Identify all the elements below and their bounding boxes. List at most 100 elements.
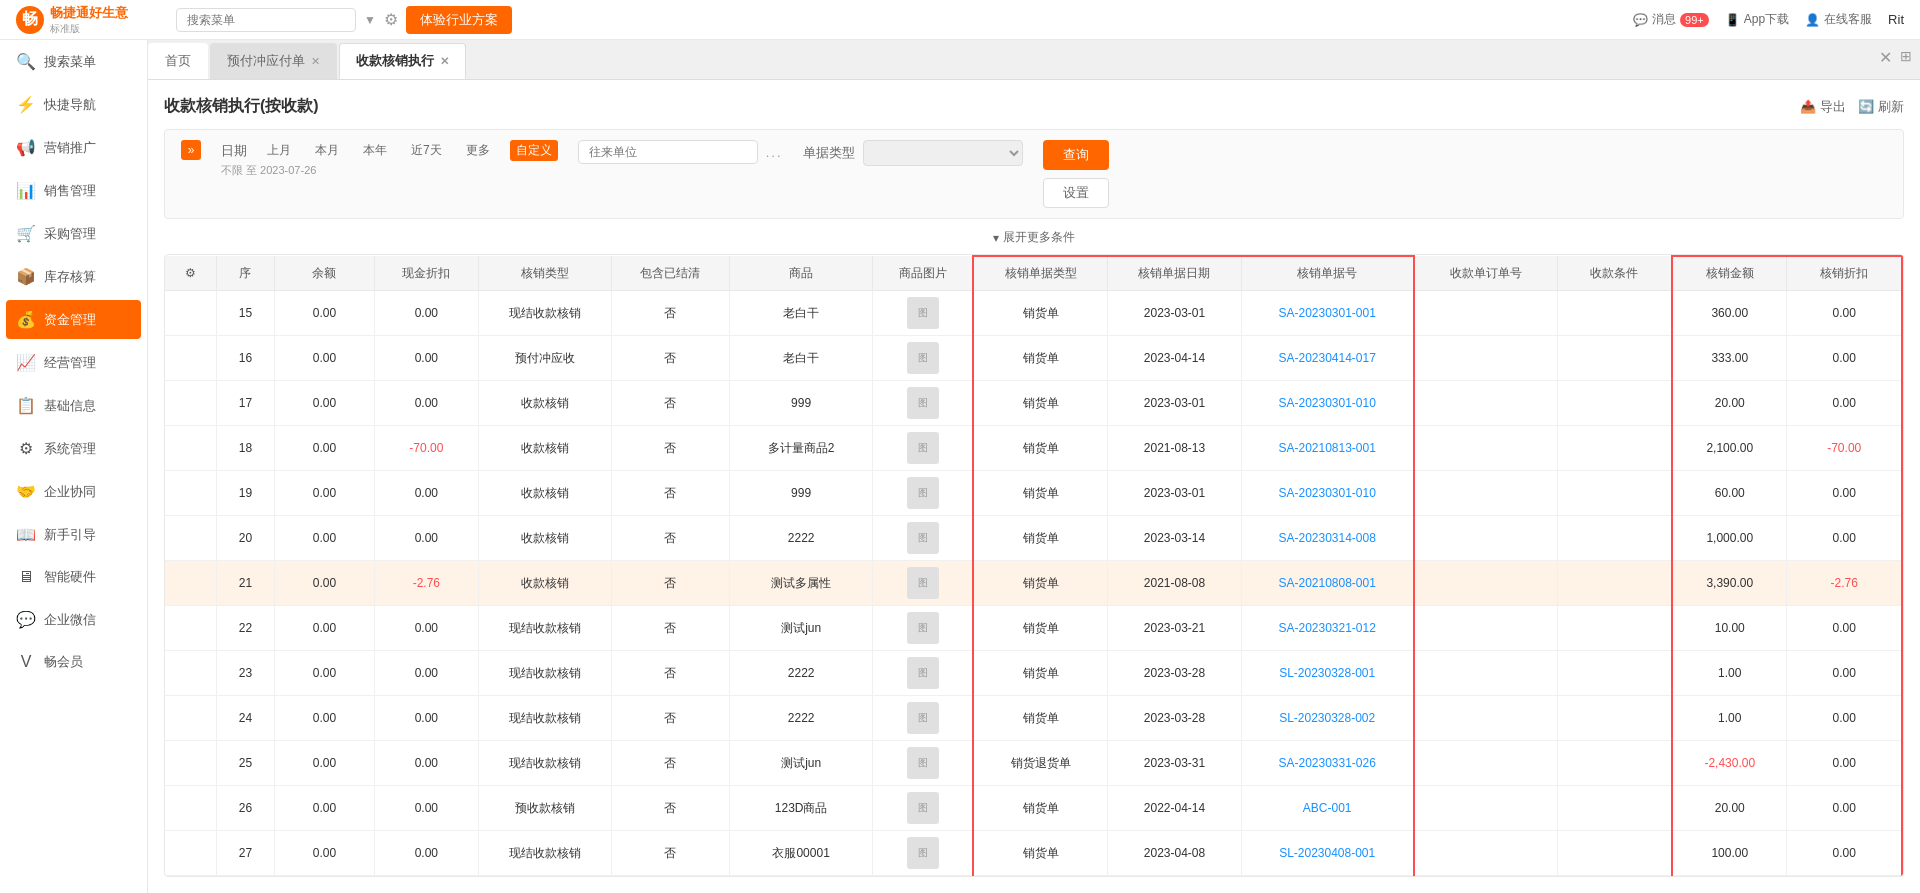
- export-button[interactable]: 📤 导出: [1800, 98, 1846, 116]
- top-search-input[interactable]: [176, 8, 356, 32]
- col-verify-bill-no-cell[interactable]: SA-20230314-008: [1241, 516, 1413, 561]
- sidebar-item-inventory[interactable]: 📦 库存核算: [0, 255, 147, 298]
- col-cash-discount-cell: 0.00: [375, 831, 478, 876]
- col-verify-bill-no-cell[interactable]: SA-20230301-010: [1241, 471, 1413, 516]
- col-include-settled-cell: 否: [612, 471, 730, 516]
- last-7-days-btn[interactable]: 近7天: [407, 140, 446, 161]
- tab-receipt-verify[interactable]: 收款核销执行 ✕: [339, 43, 466, 79]
- bill-no-link[interactable]: SA-20210808-001: [1278, 576, 1375, 590]
- solution-button[interactable]: 体验行业方案: [406, 6, 512, 34]
- page-title-row: 收款核销执行(按收款) 📤 导出 🔄 刷新: [164, 96, 1904, 117]
- bill-no-link[interactable]: SA-20230301-001: [1278, 306, 1375, 320]
- expand-filter-button[interactable]: »: [181, 140, 201, 160]
- col-verify-amount-cell: 100.00: [1672, 831, 1787, 876]
- col-seq-cell: 27: [217, 831, 274, 876]
- col-verify-discount-cell: 0.00: [1787, 381, 1902, 426]
- tab-prepay[interactable]: 预付冲应付单 ✕: [210, 43, 337, 79]
- sidebar-item-system[interactable]: ⚙ 系统管理: [0, 427, 147, 470]
- sidebar-item-basic[interactable]: 📋 基础信息: [0, 384, 147, 427]
- col-product-img-cell: 图: [873, 381, 974, 426]
- expand-more-bar[interactable]: ▾ 展开更多条件: [164, 229, 1904, 246]
- message-area[interactable]: 💬 消息 99+: [1633, 11, 1709, 28]
- col-verify-bill-no-cell[interactable]: SA-20230301-001: [1241, 291, 1413, 336]
- sidebar-item-search[interactable]: 🔍 搜索菜单: [0, 40, 147, 83]
- bill-no-link[interactable]: SA-20230414-017: [1278, 351, 1375, 365]
- this-month-btn[interactable]: 本月: [311, 140, 343, 161]
- bill-type-filter-group: 单据类型: [803, 140, 1023, 166]
- refresh-button[interactable]: 🔄 刷新: [1858, 98, 1904, 116]
- col-receipt-condition-cell: [1557, 381, 1672, 426]
- tab-receipt-label: 收款核销执行: [356, 52, 434, 70]
- sidebar-item-hardware[interactable]: 🖥 智能硬件: [0, 556, 147, 598]
- bill-no-link[interactable]: SA-20210813-001: [1278, 441, 1375, 455]
- sidebar-item-purchase[interactable]: 🛒 采购管理: [0, 212, 147, 255]
- col-receipt-order-no-cell: [1414, 876, 1558, 878]
- bill-no-link[interactable]: SL-20230328-001: [1279, 666, 1375, 680]
- bill-no-link[interactable]: SA-20230331-026: [1278, 756, 1375, 770]
- maximize-icon[interactable]: ⊞: [1900, 48, 1912, 67]
- close-prepay-tab-icon[interactable]: ✕: [311, 55, 320, 68]
- bill-no-link[interactable]: SL-20230408-001: [1279, 846, 1375, 860]
- query-button[interactable]: 查询: [1043, 140, 1109, 170]
- main-content-area: 首页 预付冲应付单 ✕ 收款核销执行 ✕ ✕ ⊞ 收款核销执行(按收款): [148, 40, 1920, 893]
- close-window-icon[interactable]: ✕: [1879, 48, 1892, 67]
- partner-input[interactable]: [578, 140, 758, 164]
- sidebar-item-quicknav[interactable]: ⚡ 快捷导航: [0, 83, 147, 126]
- bill-no-link[interactable]: SA-20230301-010: [1278, 486, 1375, 500]
- col-verify-bill-no-cell[interactable]: SA-20230301-010: [1241, 381, 1413, 426]
- col-verify-bill-no-cell[interactable]: SL-20230328-001: [1241, 651, 1413, 696]
- sidebar-item-operation[interactable]: 📈 经营管理: [0, 341, 147, 384]
- app-download-area[interactable]: 📱 App下载: [1725, 11, 1789, 28]
- message-label: 消息: [1652, 11, 1676, 28]
- tab-home[interactable]: 首页: [148, 43, 208, 79]
- sidebar-item-sales[interactable]: 📊 销售管理: [0, 169, 147, 212]
- close-receipt-tab-icon[interactable]: ✕: [440, 55, 449, 68]
- set-button[interactable]: 设置: [1043, 178, 1109, 208]
- bill-type-select[interactable]: [863, 140, 1023, 166]
- sidebar-item-marketing[interactable]: 📢 营销推广: [0, 126, 147, 169]
- col-receipt-condition-cell: [1557, 876, 1672, 878]
- app-download-label: App下载: [1744, 11, 1789, 28]
- col-verify-bill-type-cell: 销货单: [973, 471, 1107, 516]
- main-layout: 🔍 搜索菜单 ⚡ 快捷导航 📢 营销推广 📊 销售管理 🛒 采购管理 📦 库存核…: [0, 40, 1920, 893]
- col-verify-bill-no-cell[interactable]: SA-20230321-012: [1241, 606, 1413, 651]
- col-verify-bill-no-cell[interactable]: SA-20210808-001: [1241, 561, 1413, 606]
- col-receipt-condition-cell: [1557, 336, 1672, 381]
- col-product-cell: 测试jun: [729, 741, 873, 786]
- col-verify-type-cell: 预付冲应收: [478, 336, 612, 381]
- logo-icon: 畅: [16, 6, 44, 34]
- col-verify-bill-no-cell[interactable]: SA-20230414-017: [1241, 336, 1413, 381]
- bill-no-link[interactable]: SA-20230314-008: [1278, 531, 1375, 545]
- col-verify-bill-no-cell[interactable]: SL-20230328-002: [1241, 696, 1413, 741]
- col-product-cell: 多计量商品2: [729, 426, 873, 471]
- bill-no-link[interactable]: SL-20230328-002: [1279, 711, 1375, 725]
- sidebar-item-wechat[interactable]: 💬 企业微信: [0, 598, 147, 641]
- col-product-img-cell: 图: [873, 651, 974, 696]
- online-service-area[interactable]: 👤 在线客服: [1805, 11, 1872, 28]
- col-verify-bill-no-cell[interactable]: SL-20230408-001: [1241, 831, 1413, 876]
- col-verify-discount-cell: 0.00: [1787, 471, 1902, 516]
- bill-no-link[interactable]: SA-20230301-010: [1278, 396, 1375, 410]
- gear-icon[interactable]: ⚙: [384, 10, 398, 29]
- sidebar-item-guide[interactable]: 📖 新手引导: [0, 513, 147, 556]
- col-verify-bill-no-cell[interactable]: ABC-001: [1241, 786, 1413, 831]
- custom-date-btn[interactable]: 自定义: [510, 140, 558, 161]
- refresh-label: 刷新: [1878, 98, 1904, 116]
- col-gear-cell: [165, 381, 217, 426]
- this-year-btn[interactable]: 本年: [359, 140, 391, 161]
- table-row: 24 0.00 0.00 现结收款核销 否 2222 图 销货单 2023-03…: [165, 696, 1902, 741]
- book-icon: 📖: [16, 525, 36, 544]
- sidebar-item-finance[interactable]: 💰 资金管理: [6, 300, 141, 339]
- sidebar-item-member[interactable]: V 畅会员: [0, 641, 147, 683]
- export-icon: 📤: [1800, 99, 1816, 114]
- col-verify-bill-no-cell[interactable]: SA-20230331-026: [1241, 741, 1413, 786]
- col-verify-bill-no-cell[interactable]: SA-20210813-001: [1241, 426, 1413, 471]
- last-month-btn[interactable]: 上月: [263, 140, 295, 161]
- sidebar-item-collab[interactable]: 🤝 企业协同: [0, 470, 147, 513]
- bill-no-link[interactable]: SA-20230321-012: [1278, 621, 1375, 635]
- more-date-btn[interactable]: 更多: [462, 140, 494, 161]
- bill-no-link[interactable]: ABC-001: [1303, 801, 1352, 815]
- col-gear[interactable]: ⚙: [165, 256, 217, 291]
- col-verify-bill-no-cell[interactable]: SL-20230418-001: [1241, 876, 1413, 878]
- col-verify-amount-cell: 1.00: [1672, 696, 1787, 741]
